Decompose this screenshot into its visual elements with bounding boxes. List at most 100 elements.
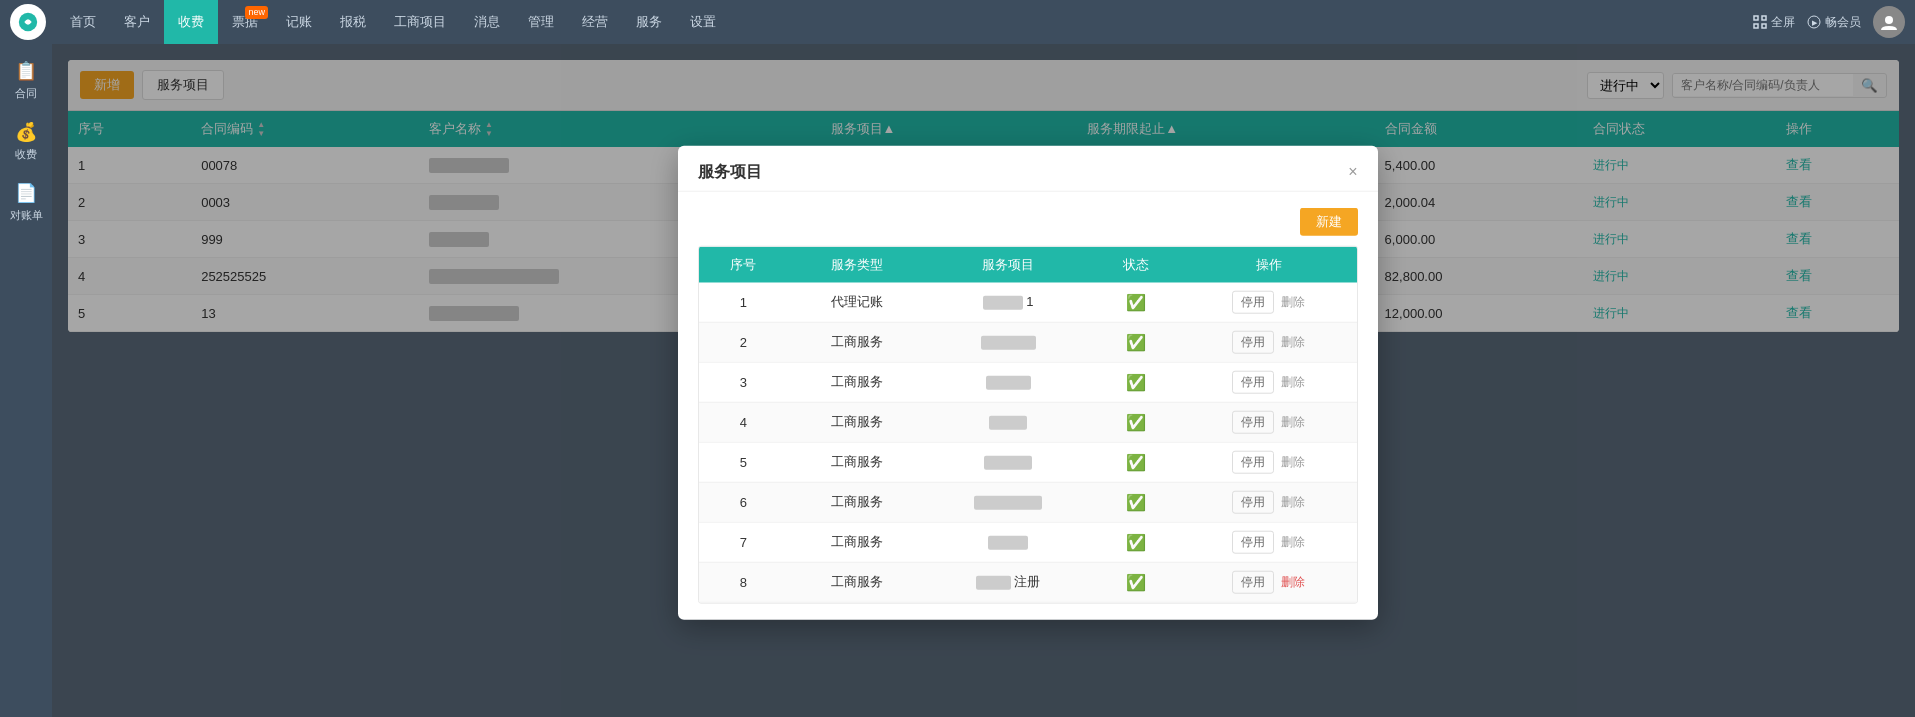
service-table: 序号 服务类型 服务项目 状态 操作 1 代理记账 — [699, 246, 1357, 602]
modal-table-row: 3 工商服务 ✅ 停用 删除 — [699, 362, 1357, 402]
nav-jingying[interactable]: 经营 — [568, 0, 622, 44]
modal-table-row: 7 工商服务 ✅ 停用 删除 — [699, 522, 1357, 562]
modal-cell-status: ✅ — [1091, 442, 1181, 482]
modal-cell-action: 停用 删除 — [1181, 522, 1357, 562]
stop-button[interactable]: 停用 — [1232, 450, 1274, 473]
nav-manage[interactable]: 管理 — [514, 0, 568, 44]
modal-toolbar: 新建 — [698, 207, 1358, 235]
delete-button[interactable]: 删除 — [1281, 453, 1305, 470]
svg-rect-2 — [1762, 24, 1766, 28]
svg-rect-3 — [1762, 16, 1766, 20]
modal-table-row: 4 工商服务 ✅ 停用 删除 — [699, 402, 1357, 442]
modal-cell-status: ✅ — [1091, 362, 1181, 402]
modal-col-item: 服务项目 — [925, 246, 1091, 282]
stop-button[interactable]: 停用 — [1232, 330, 1274, 353]
nav-settings[interactable]: 设置 — [676, 0, 730, 44]
modal-col-type: 服务类型 — [788, 246, 925, 282]
sidebar-label-contract: 合同 — [15, 86, 37, 101]
modal-table-row: 6 工商服务 ✅ 停用 删除 — [699, 482, 1357, 522]
stop-button[interactable]: 停用 — [1232, 570, 1274, 593]
stop-button[interactable]: 停用 — [1232, 490, 1274, 513]
modal-cell-item: 注册 — [925, 562, 1091, 602]
modal-cell-type: 工商服务 — [788, 322, 925, 362]
modal-cell-action: 停用 删除 — [1181, 402, 1357, 442]
svg-point-7 — [1885, 16, 1893, 24]
main-layout: 📋 合同 💰 收费 📄 对账单 新增 服务项目 进行中 已完成 已停止 — [0, 44, 1915, 717]
delete-button[interactable]: 删除 — [1281, 533, 1305, 550]
modal-cell-type: 工商服务 — [788, 522, 925, 562]
modal-table-row: 8 工商服务 注册 ✅ 停用 删除 — [699, 562, 1357, 602]
modal-col-seq: 序号 — [699, 246, 789, 282]
modal-cell-item — [925, 362, 1091, 402]
modal-new-button[interactable]: 新建 — [1300, 207, 1358, 235]
modal-cell-seq: 6 — [699, 482, 789, 522]
user-avatar[interactable] — [1873, 6, 1905, 38]
modal-cell-status: ✅ — [1091, 402, 1181, 442]
modal-cell-type: 工商服务 — [788, 362, 925, 402]
modal-cell-item: 1 — [925, 282, 1091, 322]
sidebar-label-duizhang: 对账单 — [10, 208, 43, 223]
delete-button[interactable]: 删除 — [1281, 333, 1305, 350]
modal-col-action: 操作 — [1181, 246, 1357, 282]
contract-icon: 📋 — [15, 60, 37, 82]
modal-cell-type: 工商服务 — [788, 562, 925, 602]
modal-cell-status: ✅ — [1091, 322, 1181, 362]
nav-home[interactable]: 首页 — [56, 0, 110, 44]
modal-cell-seq: 7 — [699, 522, 789, 562]
sidebar-item-duizhang[interactable]: 📄 对账单 — [2, 174, 50, 231]
svg-text:▶: ▶ — [1812, 19, 1818, 26]
stop-button[interactable]: 停用 — [1232, 410, 1274, 433]
modal-title: 服务项目 — [698, 161, 762, 182]
delete-button[interactable]: 删除 — [1281, 293, 1305, 310]
new-badge: new — [245, 6, 268, 19]
modal-table-wrapper[interactable]: 序号 服务类型 服务项目 状态 操作 1 代理记账 — [698, 245, 1358, 603]
stop-button[interactable]: 停用 — [1232, 530, 1274, 553]
delete-button[interactable]: 删除 — [1281, 413, 1305, 430]
sidebar-item-shoufei[interactable]: 💰 收费 — [2, 113, 50, 170]
nav-service[interactable]: 服务 — [622, 0, 676, 44]
modal-cell-seq: 1 — [699, 282, 789, 322]
modal-table-row: 2 工商服务 ✅ 停用 删除 — [699, 322, 1357, 362]
nav-piaoju[interactable]: 票据 new — [218, 0, 272, 44]
fullscreen-btn[interactable]: 全屏 — [1753, 14, 1795, 31]
delete-button[interactable]: 删除 — [1281, 573, 1305, 590]
modal-col-status: 状态 — [1091, 246, 1181, 282]
modal-header: 服务项目 × — [678, 145, 1378, 191]
nav-message[interactable]: 消息 — [460, 0, 514, 44]
delete-button[interactable]: 删除 — [1281, 373, 1305, 390]
nav-customer[interactable]: 客户 — [110, 0, 164, 44]
modal-table-row: 1 代理记账 1 ✅ 停用 删除 — [699, 282, 1357, 322]
modal-cell-status: ✅ — [1091, 522, 1181, 562]
stop-button[interactable]: 停用 — [1232, 370, 1274, 393]
left-sidebar: 📋 合同 💰 收费 📄 对账单 — [0, 44, 52, 717]
stop-button[interactable]: 停用 — [1232, 290, 1274, 313]
sidebar-item-contract[interactable]: 📋 合同 — [2, 52, 50, 109]
nav-baoshui[interactable]: 报税 — [326, 0, 380, 44]
nav-right-section: 全屏 ▶ 畅会员 — [1753, 6, 1905, 38]
svg-rect-4 — [1754, 24, 1758, 28]
nav-shoufei[interactable]: 收费 — [164, 0, 218, 44]
modal-table-row: 5 工商服务 ✅ 停用 删除 — [699, 442, 1357, 482]
duizhang-icon: 📄 — [15, 182, 37, 204]
modal-close-button[interactable]: × — [1348, 163, 1357, 181]
modal-cell-action: 停用 删除 — [1181, 362, 1357, 402]
modal-cell-seq: 3 — [699, 362, 789, 402]
modal-cell-status: ✅ — [1091, 282, 1181, 322]
modal-cell-type: 工商服务 — [788, 482, 925, 522]
modal-cell-action: 停用 删除 — [1181, 482, 1357, 522]
delete-button[interactable]: 删除 — [1281, 493, 1305, 510]
top-navigation: 首页 客户 收费 票据 new 记账 报税 工商项目 消息 管理 经营 服务 设… — [0, 0, 1915, 44]
modal-cell-status: ✅ — [1091, 562, 1181, 602]
modal-cell-seq: 5 — [699, 442, 789, 482]
modal-cell-type: 工商服务 — [788, 442, 925, 482]
modal-cell-item — [925, 522, 1091, 562]
modal-cell-action: 停用 删除 — [1181, 282, 1357, 322]
modal-cell-seq: 8 — [699, 562, 789, 602]
nav-jizhang[interactable]: 记账 — [272, 0, 326, 44]
modal-cell-action: 停用 删除 — [1181, 442, 1357, 482]
modal-cell-seq: 4 — [699, 402, 789, 442]
modal-body: 新建 序号 服务类型 服务项目 状态 操作 — [678, 191, 1378, 619]
vip-btn[interactable]: ▶ 畅会员 — [1807, 14, 1861, 31]
nav-gongshang[interactable]: 工商项目 — [380, 0, 460, 44]
sidebar-label-shoufei: 收费 — [15, 147, 37, 162]
